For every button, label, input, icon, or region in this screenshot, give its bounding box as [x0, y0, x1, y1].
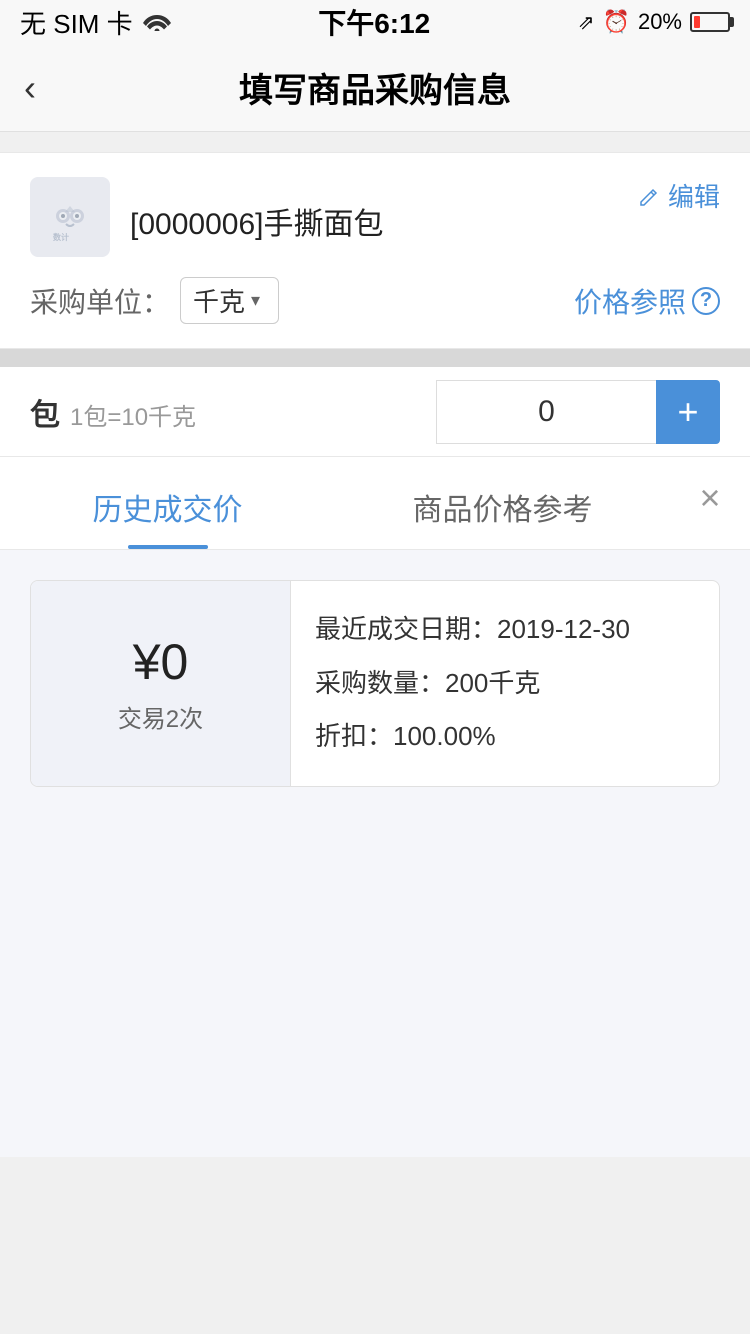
- edit-button[interactable]: 编辑: [638, 177, 720, 214]
- tab-price-ref[interactable]: 商品价格参考: [335, 457, 670, 549]
- discount-label: 折扣：: [315, 721, 393, 751]
- quantity-plus-button[interactable]: +: [656, 380, 720, 444]
- tab-price-ref-label: 商品价格参考: [413, 494, 593, 527]
- product-card: 数计 [0000006]手撕面包 编辑 采购单位： 千克 ▾ 价格参照: [0, 152, 750, 349]
- history-recent-date: 最近成交日期：2019-12-30: [315, 609, 695, 651]
- header: ‹ 填写商品采购信息: [0, 44, 750, 132]
- status-time: 下午6:12: [318, 2, 430, 42]
- battery-percent: 20%: [638, 9, 682, 35]
- quantity-unit: 包: [30, 390, 60, 434]
- history-discount: 折扣：100.00%: [315, 716, 695, 758]
- edit-icon: [638, 180, 664, 211]
- tab-history-price[interactable]: 历史成交价: [0, 457, 335, 549]
- status-left: 无 SIM 卡: [20, 4, 171, 41]
- history-price: ¥0: [133, 633, 189, 691]
- tab-history-label: 历史成交价: [93, 494, 243, 527]
- history-left: ¥0 交易2次: [31, 581, 291, 786]
- history-purchase-qty: 采购数量：200千克: [315, 663, 695, 705]
- carrier-text: 无 SIM 卡: [20, 4, 133, 41]
- history-card: ¥0 交易2次 最近成交日期：2019-12-30 采购数量：200千克 折扣：…: [30, 580, 720, 787]
- purchase-qty-label: 采购数量：: [315, 668, 445, 698]
- wifi-icon: [143, 7, 171, 38]
- quantity-label: 包 1包=10千克: [30, 390, 196, 434]
- price-ref-icon: ?: [692, 287, 720, 315]
- svg-text:数计: 数计: [53, 232, 69, 242]
- product-name: [0000006]手撕面包: [130, 191, 383, 243]
- discount-value: 100.00%: [393, 721, 496, 751]
- back-button[interactable]: ‹: [24, 67, 36, 109]
- purchase-qty-value: 200千克: [445, 668, 540, 698]
- tab-close-button[interactable]: ×: [670, 477, 750, 529]
- quantity-controls: +: [436, 380, 720, 444]
- recent-date-label: 最近成交日期：: [315, 614, 497, 644]
- section-divider: [0, 349, 750, 367]
- location-icon: ⇗: [578, 10, 595, 35]
- edit-label: 编辑: [668, 177, 720, 214]
- dropdown-icon: ▾: [251, 290, 260, 311]
- history-count: 交易2次: [118, 699, 203, 734]
- price-ref-label: 价格参照: [574, 281, 686, 321]
- unit-select[interactable]: 千克 ▾: [180, 277, 279, 324]
- tab-header: 历史成交价 商品价格参考 ×: [0, 457, 750, 550]
- product-thumbnail: 数计: [30, 177, 110, 257]
- recent-date-value: 2019-12-30: [497, 614, 630, 644]
- quantity-input[interactable]: [436, 380, 656, 444]
- purchase-unit: 采购单位： 千克 ▾: [30, 277, 279, 324]
- purchase-unit-label: 采购单位：: [30, 281, 170, 321]
- product-bottom: 采购单位： 千克 ▾ 价格参照 ?: [30, 277, 720, 324]
- quantity-row: 包 1包=10千克 +: [0, 367, 750, 457]
- product-top: 数计 [0000006]手撕面包 编辑: [30, 177, 720, 257]
- product-left: 数计 [0000006]手撕面包: [30, 177, 383, 257]
- history-right: 最近成交日期：2019-12-30 采购数量：200千克 折扣：100.00%: [291, 581, 719, 786]
- main-content: 历史成交价 商品价格参考 × ¥0 交易2次 最近成交日期：2019-12-30…: [0, 457, 750, 1157]
- battery-icon: [690, 12, 730, 32]
- status-bar: 无 SIM 卡 下午6:12 ⇗ ⏰ 20%: [0, 0, 750, 44]
- quantity-conversion: 1包=10千克: [70, 397, 196, 432]
- alarm-icon: ⏰: [603, 9, 630, 35]
- status-right: ⇗ ⏰ 20%: [578, 9, 730, 35]
- page-title: 填写商品采购信息: [239, 63, 511, 112]
- price-ref-button[interactable]: 价格参照 ?: [574, 281, 720, 321]
- unit-value: 千克: [193, 282, 245, 319]
